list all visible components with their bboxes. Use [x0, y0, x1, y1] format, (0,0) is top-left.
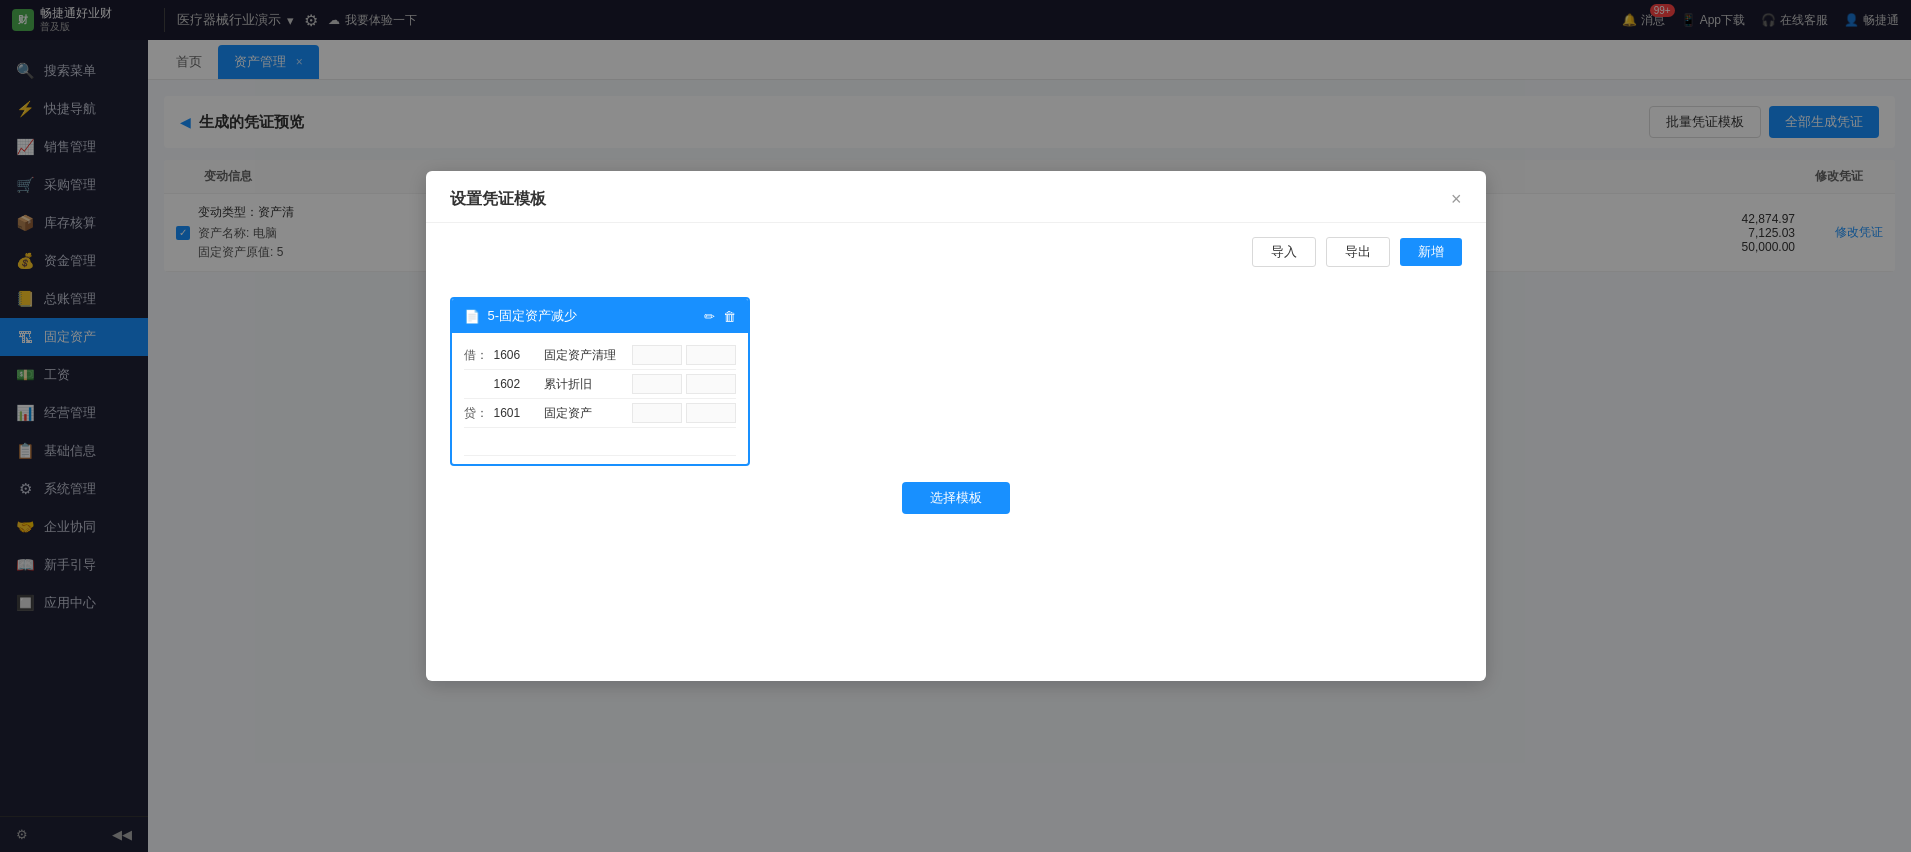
- entry3-type: 贷：: [464, 405, 494, 422]
- entry1-cell-2: [686, 345, 736, 365]
- modal-close-btn[interactable]: ×: [1451, 189, 1462, 210]
- new-button[interactable]: 新增: [1400, 238, 1462, 266]
- template-card-body: 借： 1606 固定资产清理 1602 累计折旧: [452, 333, 748, 464]
- template-header-left: 📄 5-固定资产减少: [464, 307, 578, 325]
- entry3-cell-1: [632, 403, 682, 423]
- template-header-icons: ✏ 🗑: [704, 309, 736, 324]
- select-template-button[interactable]: 选择模板: [902, 482, 1010, 514]
- entry2-cell-2: [686, 374, 736, 394]
- entry3-name: 固定资产: [544, 405, 632, 422]
- entry1-cell-1: [632, 345, 682, 365]
- entry3-cells: [632, 403, 736, 423]
- template-delete-icon[interactable]: 🗑: [723, 309, 736, 324]
- template-card-header: 📄 5-固定资产减少 ✏ 🗑: [452, 299, 748, 333]
- entry2-cell-1: [632, 374, 682, 394]
- template-edit-icon[interactable]: ✏: [704, 309, 715, 324]
- voucher-template-modal: 设置凭证模板 × 导入 导出 新增 📄 5-固定资产减少: [426, 171, 1486, 681]
- import-button[interactable]: 导入: [1252, 237, 1316, 267]
- select-template-btn-row: 选择模板: [450, 482, 1462, 514]
- modal-title: 设置凭证模板: [450, 189, 546, 210]
- entry2-cells: [632, 374, 736, 394]
- template-doc-icon: 📄: [464, 309, 480, 324]
- entry1-cells: [632, 345, 736, 365]
- template-entry-2: 1602 累计折旧: [464, 370, 736, 399]
- entry1-code: 1606: [494, 348, 544, 362]
- modal-body: 📄 5-固定资产减少 ✏ 🗑 借： 1606: [426, 281, 1486, 681]
- modal-header: 设置凭证模板 ×: [426, 171, 1486, 223]
- modal-toolbar: 导入 导出 新增: [426, 223, 1486, 281]
- template-entry-empty: [464, 428, 736, 456]
- entry3-code: 1601: [494, 406, 544, 420]
- voucher-template-card: 📄 5-固定资产减少 ✏ 🗑 借： 1606: [450, 297, 750, 466]
- entry1-type: 借：: [464, 347, 494, 364]
- template-entry-1: 借： 1606 固定资产清理: [464, 341, 736, 370]
- entry2-name: 累计折旧: [544, 376, 632, 393]
- entry1-name: 固定资产清理: [544, 347, 632, 364]
- export-button[interactable]: 导出: [1326, 237, 1390, 267]
- entry3-cell-2: [686, 403, 736, 423]
- template-entry-3: 贷： 1601 固定资产: [464, 399, 736, 428]
- template-id-name: 5-固定资产减少: [488, 307, 578, 325]
- modal-overlay: 设置凭证模板 × 导入 导出 新增 📄 5-固定资产减少: [0, 0, 1911, 852]
- entry2-code: 1602: [494, 377, 544, 391]
